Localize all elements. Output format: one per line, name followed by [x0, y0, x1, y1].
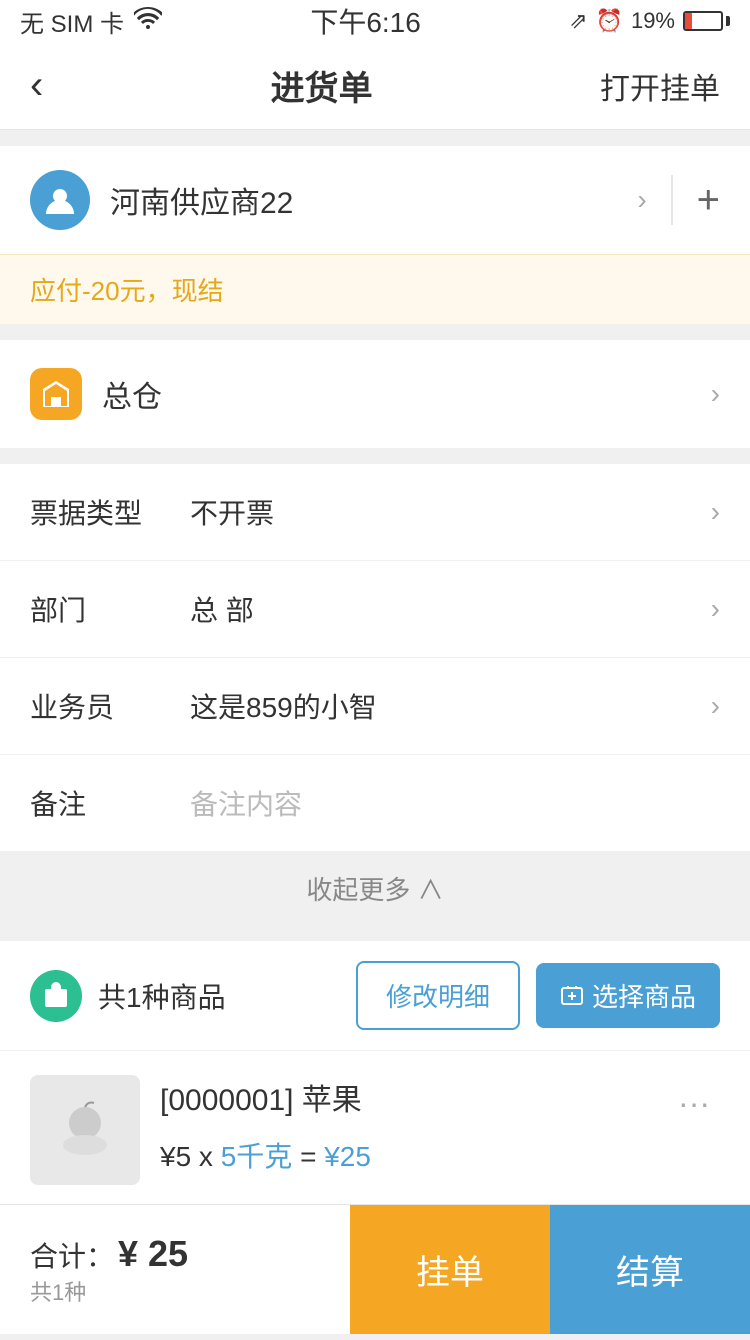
- warehouse-chevron-icon: ›: [711, 378, 720, 410]
- total-count: 共1种: [30, 1275, 320, 1307]
- nav-bar: ‹ 进货单 打开挂单: [0, 42, 750, 130]
- total-amount: ¥ 25: [118, 1233, 188, 1275]
- divider-top: [0, 130, 750, 146]
- supplier-row[interactable]: 河南供应商22 › +: [0, 146, 750, 254]
- salesman-chevron-icon: ›: [711, 690, 720, 722]
- divider-3: [0, 448, 750, 464]
- remark-label: 备注: [30, 783, 160, 823]
- total-section: 合计： ¥ 25 共1种: [0, 1205, 350, 1334]
- product-qty: 5千克: [221, 1141, 293, 1172]
- product-item: [0000001] 苹果 ¥5 x 5千克 = ¥25 ···: [0, 1051, 750, 1210]
- notice-bar: 应付-20元，现结: [0, 254, 750, 324]
- divider-2: [0, 324, 750, 340]
- wifi-icon: [134, 7, 162, 36]
- form-section: 票据类型 不开票 › 部门 总 部 › 业务员 这是859的小智 › 备注 备注…: [0, 464, 750, 851]
- ticket-type-row[interactable]: 票据类型 不开票 ›: [0, 464, 750, 561]
- alarm-icon: ⏰: [596, 8, 623, 34]
- product-price: ¥5 x 5千克 = ¥25: [160, 1135, 648, 1175]
- salesman-label: 业务员: [30, 686, 160, 726]
- battery-indicator: [683, 11, 730, 31]
- supplier-section: 河南供应商22 › + 应付-20元，现结: [0, 146, 750, 324]
- product-thumbnail: [30, 1075, 140, 1185]
- department-value: 总 部: [160, 589, 711, 629]
- carrier-text: 无 SIM 卡: [20, 4, 124, 39]
- warehouse-section: 总仓 ›: [0, 340, 750, 448]
- product-name: [0000001] 苹果: [160, 1075, 648, 1119]
- select-product-label: 选择商品: [592, 977, 696, 1014]
- status-right: ⇗ ⏰ 19%: [569, 8, 730, 34]
- product-subtotal: ¥25: [324, 1141, 371, 1172]
- status-bar: 无 SIM 卡 下午6:16 ⇗ ⏰ 19%: [0, 0, 750, 42]
- battery-text: 19%: [631, 8, 675, 34]
- product-header: 共1种商品 修改明细 选择商品: [0, 941, 750, 1051]
- page-title: 进货单: [271, 61, 373, 110]
- open-pending-button[interactable]: 打开挂单: [600, 64, 720, 108]
- total-label: 合计：: [30, 1235, 114, 1275]
- product-info: [0000001] 苹果 ¥5 x 5千克 = ¥25: [160, 1075, 648, 1175]
- product-icon: [30, 970, 82, 1022]
- department-label: 部门: [30, 589, 160, 629]
- collapse-bar[interactable]: 收起更多 ∧: [0, 851, 750, 925]
- supplier-divider: [671, 175, 673, 225]
- remark-row[interactable]: 备注 备注内容: [0, 755, 750, 851]
- salesman-row[interactable]: 业务员 这是859的小智 ›: [0, 658, 750, 755]
- select-product-button[interactable]: 选择商品: [536, 963, 720, 1028]
- warehouse-name: 总仓: [102, 372, 711, 416]
- back-button[interactable]: ‹: [30, 63, 43, 108]
- warehouse-icon: [30, 368, 82, 420]
- status-left: 无 SIM 卡: [20, 4, 162, 39]
- ticket-type-value: 不开票: [160, 492, 711, 532]
- department-row[interactable]: 部门 总 部 ›: [0, 561, 750, 658]
- salesman-value: 这是859的小智: [160, 686, 711, 726]
- checkout-button[interactable]: 结算: [550, 1205, 750, 1334]
- warehouse-row[interactable]: 总仓 ›: [0, 340, 750, 448]
- product-count: 共1种商品: [98, 976, 356, 1016]
- remark-placeholder[interactable]: 备注内容: [160, 783, 720, 823]
- product-more-button[interactable]: ···: [668, 1075, 720, 1132]
- add-supplier-button[interactable]: +: [697, 180, 720, 220]
- pend-button[interactable]: 挂单: [350, 1205, 550, 1334]
- ticket-type-label: 票据类型: [30, 492, 160, 532]
- ticket-type-chevron-icon: ›: [711, 496, 720, 528]
- supplier-chevron-icon: ›: [637, 184, 646, 216]
- divider-4: [0, 925, 750, 941]
- supplier-name: 河南供应商22: [110, 178, 637, 222]
- bottom-bar: 合计： ¥ 25 共1种 挂单 结算: [0, 1204, 750, 1334]
- location-icon: ⇗: [569, 8, 587, 34]
- supplier-avatar: [30, 170, 90, 230]
- status-time: 下午6:16: [310, 1, 421, 41]
- unit-price: ¥5: [160, 1141, 191, 1172]
- modify-detail-button[interactable]: 修改明细: [356, 961, 520, 1030]
- department-chevron-icon: ›: [711, 593, 720, 625]
